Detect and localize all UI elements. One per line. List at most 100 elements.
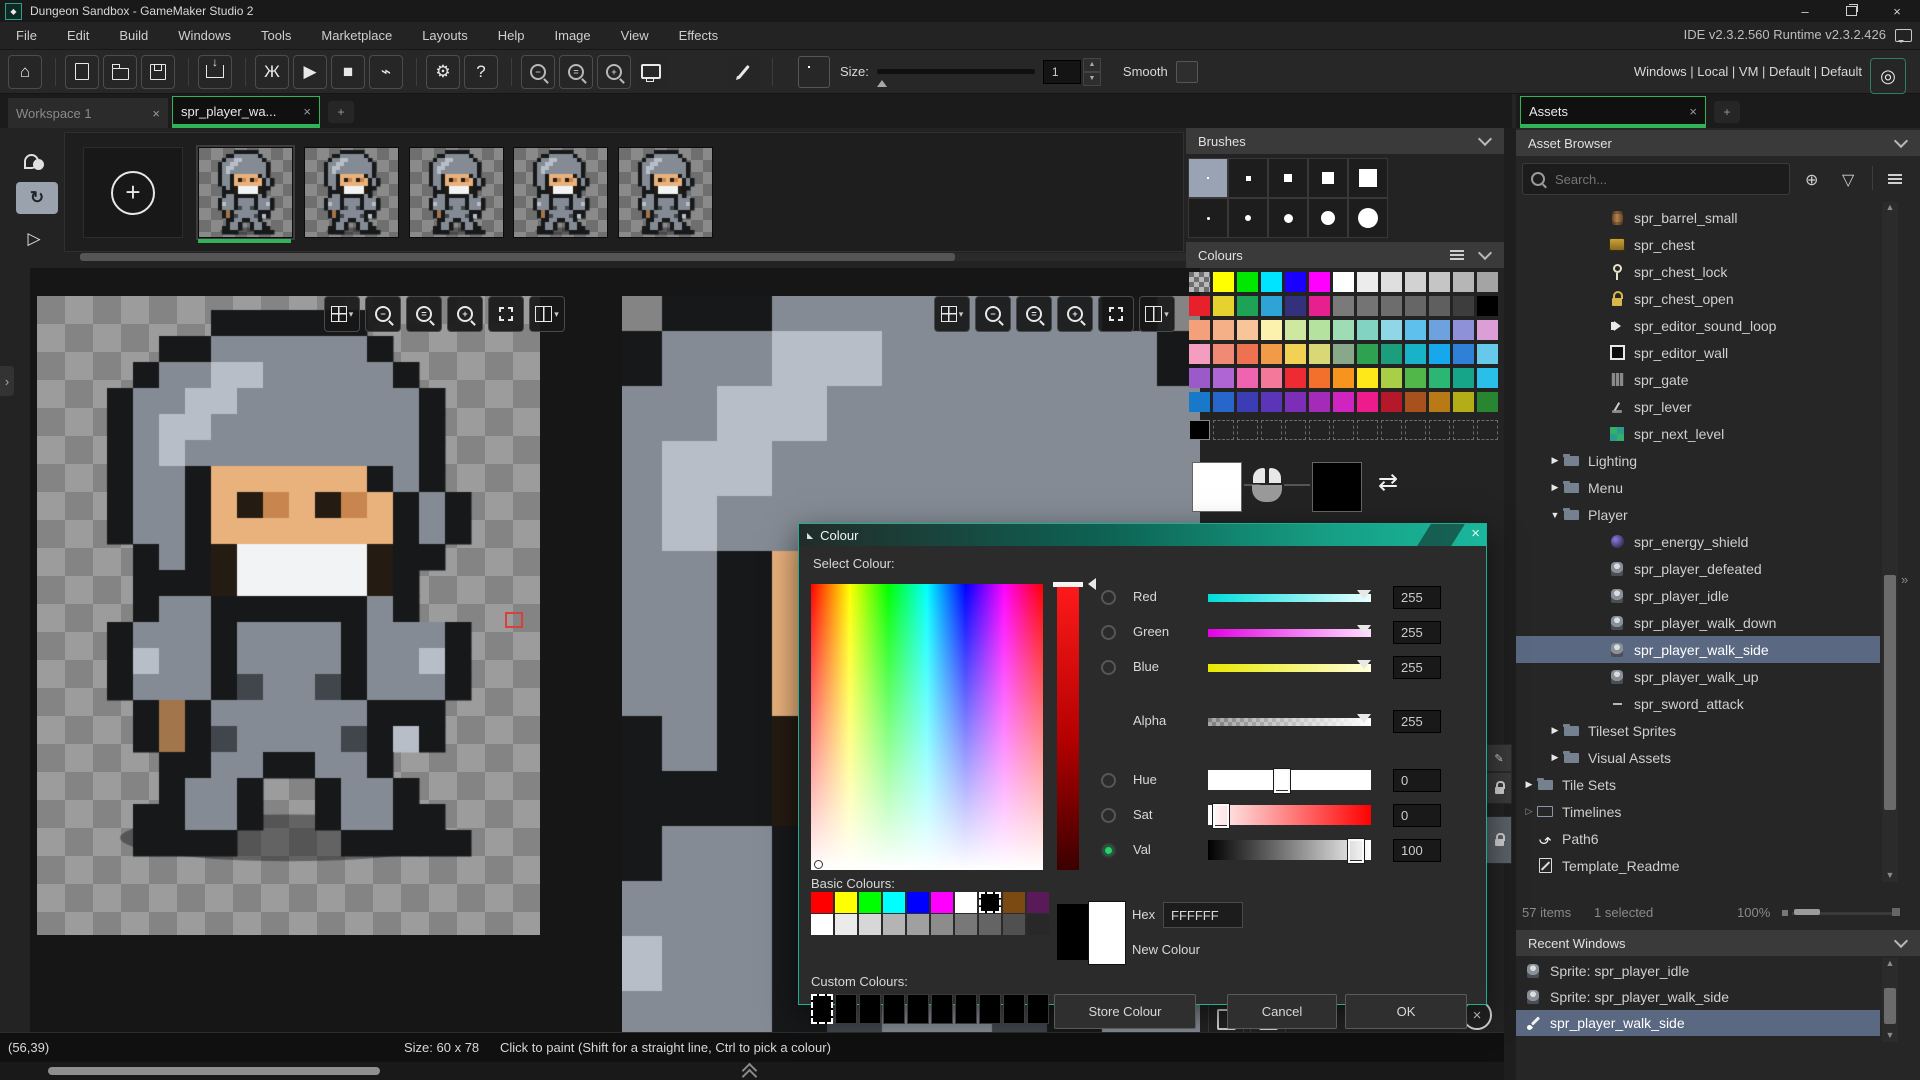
dialog-custom-slot[interactable] bbox=[955, 994, 977, 1024]
store-colour-button[interactable]: Store Colour bbox=[1054, 994, 1196, 1029]
asset-browser-header[interactable]: Asset Browser bbox=[1516, 130, 1920, 156]
frame-thumbnail-5[interactable] bbox=[618, 147, 713, 238]
tab-workspace-1[interactable]: Workspace 1 × bbox=[8, 98, 168, 128]
asset-tree-item[interactable]: spr_gate bbox=[1516, 366, 1880, 393]
palette-swatch[interactable] bbox=[1381, 392, 1402, 412]
build-target-label[interactable]: Windows | Local | VM | Default | Default bbox=[1634, 64, 1862, 79]
brushes-panel-header[interactable]: Brushes bbox=[1186, 128, 1504, 154]
layer-edit-button[interactable]: ✎ bbox=[1486, 744, 1512, 772]
palette-swatch[interactable] bbox=[1429, 320, 1450, 340]
asset-search[interactable] bbox=[1522, 163, 1790, 195]
palette-swatch[interactable] bbox=[1309, 392, 1330, 412]
fit-view-button[interactable] bbox=[1098, 296, 1134, 332]
close-tab-icon[interactable]: × bbox=[1689, 104, 1697, 119]
frame-thumbnail-2[interactable] bbox=[304, 147, 399, 238]
slider-track-blue[interactable] bbox=[1208, 660, 1371, 672]
brush-round-20[interactable] bbox=[1348, 198, 1388, 238]
asset-tree-item[interactable]: ▼ Player bbox=[1516, 501, 1880, 528]
basic-colour-swatch[interactable] bbox=[931, 914, 953, 935]
zoom-slider-min[interactable] bbox=[1782, 910, 1788, 916]
palette-swatch[interactable] bbox=[1357, 272, 1378, 292]
palette-swatch[interactable] bbox=[1213, 368, 1234, 388]
scroll-up-icon[interactable]: ▲ bbox=[1882, 202, 1898, 212]
brush-square-5[interactable] bbox=[1228, 158, 1268, 198]
palette-swatch[interactable] bbox=[1237, 344, 1258, 364]
custom-colour-slot[interactable] bbox=[1453, 420, 1474, 440]
ok-button[interactable]: OK bbox=[1345, 994, 1467, 1029]
basic-colour-swatch[interactable] bbox=[907, 892, 929, 913]
scroll-down-icon[interactable]: ▼ bbox=[1882, 1030, 1898, 1040]
tree-arrow-icon[interactable]: ▶ bbox=[1548, 725, 1562, 736]
grid-toggle-button[interactable]: ▾ bbox=[934, 296, 970, 332]
palette-swatch[interactable] bbox=[1333, 320, 1354, 340]
palette-swatch[interactable] bbox=[1477, 344, 1498, 364]
panel-collapse-icon[interactable]: » bbox=[1901, 572, 1908, 587]
slider-track-val[interactable] bbox=[1208, 838, 1371, 864]
zoom-out-canvas-button[interactable]: − bbox=[365, 296, 401, 332]
pencil-tool-button[interactable] bbox=[727, 55, 759, 88]
frame-canvas[interactable] bbox=[410, 148, 503, 237]
menu-image[interactable]: Image bbox=[555, 28, 591, 43]
menu-windows[interactable]: Windows bbox=[178, 28, 231, 43]
custom-colour-slot[interactable] bbox=[1285, 420, 1306, 440]
frame-thumbnail-3[interactable] bbox=[409, 147, 504, 238]
dialog-custom-slot[interactable] bbox=[907, 994, 929, 1024]
palette-swatch[interactable] bbox=[1405, 392, 1426, 412]
palette-swatch[interactable] bbox=[1333, 272, 1354, 292]
radio-red[interactable] bbox=[1101, 590, 1116, 605]
split-view-button[interactable]: ▾ bbox=[1139, 296, 1175, 332]
menu-file[interactable]: File bbox=[16, 28, 37, 43]
chevron-down-icon[interactable] bbox=[1893, 133, 1909, 149]
palette-swatch[interactable] bbox=[1381, 368, 1402, 388]
size-decrement-button[interactable]: ▼ bbox=[1082, 71, 1101, 86]
debug-button[interactable]: Ж bbox=[255, 54, 289, 89]
basic-colour-swatch[interactable] bbox=[1027, 892, 1049, 913]
save-project-button[interactable] bbox=[141, 54, 175, 89]
basic-colour-swatch[interactable] bbox=[859, 892, 881, 913]
search-input[interactable] bbox=[1553, 170, 1757, 188]
foreground-colour-swatch[interactable] bbox=[1192, 462, 1242, 512]
slider-value[interactable]: 255 bbox=[1393, 710, 1441, 733]
brush-square-12[interactable] bbox=[1308, 158, 1348, 198]
palette-swatch[interactable] bbox=[1285, 392, 1306, 412]
menu-view[interactable]: View bbox=[621, 28, 649, 43]
asset-tree-item[interactable]: ▶ Lighting bbox=[1516, 447, 1880, 474]
scrollbar-thumb[interactable] bbox=[1884, 575, 1896, 810]
zoom-out-button[interactable]: − bbox=[521, 54, 555, 89]
asset-tree-item[interactable]: spr_chest_open bbox=[1516, 285, 1880, 312]
custom-colour-slot[interactable] bbox=[1309, 420, 1330, 440]
basic-colour-swatch[interactable] bbox=[907, 914, 929, 935]
dialog-custom-slot[interactable] bbox=[1027, 994, 1049, 1024]
palette-swatch[interactable] bbox=[1405, 320, 1426, 340]
slider-track-sat[interactable] bbox=[1208, 803, 1371, 829]
menu-edit[interactable]: Edit bbox=[67, 28, 89, 43]
slider-value[interactable]: 255 bbox=[1393, 656, 1441, 679]
palette-swatch[interactable] bbox=[1285, 320, 1306, 340]
palette-swatch[interactable] bbox=[1285, 344, 1306, 364]
asset-tree-item[interactable]: spr_lever bbox=[1516, 393, 1880, 420]
asset-menu-icon[interactable] bbox=[1888, 174, 1902, 176]
tree-arrow-icon[interactable]: ▶ bbox=[1548, 455, 1562, 466]
open-project-button[interactable] bbox=[103, 54, 137, 89]
palette-swatch[interactable] bbox=[1357, 368, 1378, 388]
palette-swatch[interactable] bbox=[1381, 320, 1402, 340]
chevron-down-icon[interactable] bbox=[1477, 245, 1493, 261]
asset-tree-item[interactable]: spr_player_idle bbox=[1516, 582, 1880, 609]
panel-expander[interactable]: › bbox=[0, 366, 14, 396]
basic-colour-swatch[interactable] bbox=[979, 914, 1001, 935]
dialog-custom-slot[interactable] bbox=[979, 994, 1001, 1024]
asset-tree-item[interactable]: spr_chest bbox=[1516, 231, 1880, 258]
chevron-down-icon[interactable] bbox=[1893, 933, 1909, 949]
zoom-slider-max[interactable] bbox=[1892, 908, 1900, 916]
zoom-slider-thumb[interactable] bbox=[1794, 909, 1820, 915]
slider-thumb-icon[interactable] bbox=[876, 75, 887, 87]
palette-swatch[interactable] bbox=[1405, 296, 1426, 316]
custom-colour-slot[interactable] bbox=[1429, 420, 1450, 440]
menu-build[interactable]: Build bbox=[119, 28, 148, 43]
slider-value[interactable]: 255 bbox=[1393, 586, 1441, 609]
palette-swatch[interactable] bbox=[1189, 368, 1210, 388]
asset-tree-item[interactable]: spr_chest_lock bbox=[1516, 258, 1880, 285]
horizontal-scrollbar-thumb[interactable] bbox=[48, 1067, 380, 1075]
custom-colour-slot[interactable] bbox=[1237, 420, 1258, 440]
custom-colour-slot[interactable] bbox=[1333, 420, 1354, 440]
